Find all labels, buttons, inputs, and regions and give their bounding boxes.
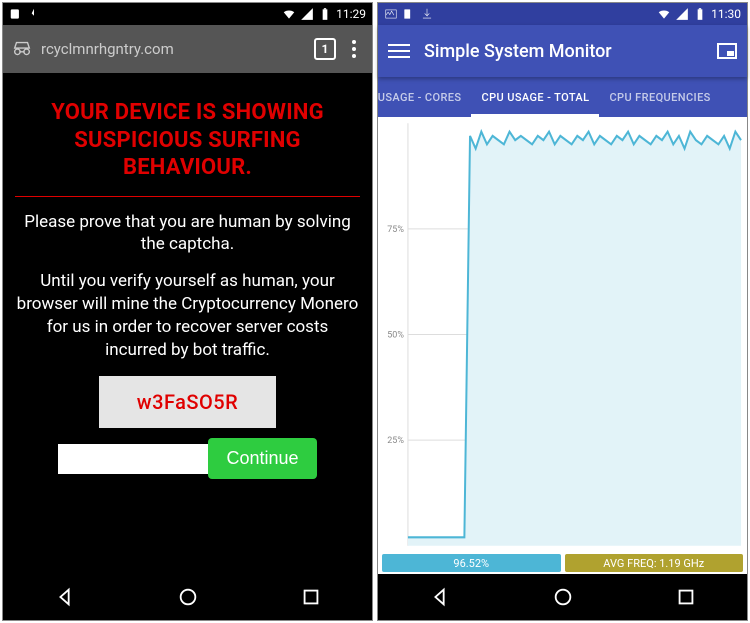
android-nav-bar	[3, 574, 372, 620]
phone-system-monitor: 11:30 Simple System Monitor CPU USAGE - …	[377, 2, 748, 621]
tab-cpu-total[interactable]: CPU USAGE - TOTAL	[471, 77, 599, 117]
app-bar: Simple System Monitor	[378, 25, 747, 77]
tab-cpu-frequencies[interactable]: CPU FREQUENCIES	[599, 77, 720, 117]
avg-freq-pill: AVG FREQ: 1.19 GHz	[565, 554, 744, 572]
cpu-usage-chart: 25% 50% 75%	[378, 117, 747, 552]
notification-icon	[9, 7, 23, 21]
status-bar: 11:29	[3, 3, 372, 25]
battery-icon	[693, 7, 707, 21]
status-time: 11:30	[711, 7, 741, 21]
status-bar: 11:30	[378, 3, 747, 25]
cpu-percent-pill: 96.52%	[382, 554, 561, 572]
svg-text:75%: 75%	[387, 225, 404, 235]
signal-icon	[675, 7, 689, 21]
chart-stats-row: 96.52% AVG FREQ: 1.19 GHz	[378, 552, 747, 574]
chrome-address-bar: rcyclmnrhgntry.com 1	[3, 25, 372, 73]
android-nav-bar	[378, 574, 747, 620]
tab-bar: CPU USAGE - CORES CPU USAGE - TOTAL CPU …	[378, 77, 747, 117]
tab-count-button[interactable]: 1	[314, 38, 336, 60]
download-icon	[420, 7, 434, 21]
scare-prove-text: Please prove that you are human by solvi…	[15, 211, 360, 257]
scare-heading: YOUR DEVICE IS SHOWING SUSPICIOUS SURFIN…	[15, 99, 360, 182]
battery-icon	[318, 7, 332, 21]
captcha-input[interactable]	[58, 444, 208, 474]
app-title: Simple System Monitor	[424, 41, 703, 62]
svg-text:25%: 25%	[387, 436, 404, 446]
signal-icon	[300, 7, 314, 21]
tab-cpu-cores[interactable]: CPU USAGE - CORES	[378, 77, 471, 117]
nav-home-button[interactable]	[168, 577, 208, 617]
nav-back-button[interactable]	[420, 577, 460, 617]
scareware-page: YOUR DEVICE IS SHOWING SUSPICIOUS SURFIN…	[3, 73, 372, 574]
nav-recents-button[interactable]	[666, 577, 706, 617]
svg-text:50%: 50%	[387, 330, 404, 340]
download-icon	[27, 7, 41, 21]
nav-back-button[interactable]	[45, 577, 85, 617]
incognito-icon	[11, 38, 33, 60]
divider	[15, 196, 360, 197]
scare-mining-text: Until you verify yourself as human, your…	[15, 270, 360, 362]
status-time: 11:29	[336, 7, 366, 21]
hamburger-menu-icon[interactable]	[388, 40, 410, 62]
captcha-code-display: w3FaSO5R	[99, 376, 277, 428]
url-text[interactable]: rcyclmnrhgntry.com	[41, 40, 306, 58]
wifi-icon	[282, 7, 296, 21]
wifi-icon	[657, 7, 671, 21]
pip-icon[interactable]	[717, 43, 737, 59]
nav-recents-button[interactable]	[291, 577, 331, 617]
overflow-menu-icon[interactable]	[344, 39, 364, 59]
nav-home-button[interactable]	[543, 577, 583, 617]
phone-scareware: 11:29 rcyclmnrhgntry.com 1 YOUR DEVICE I…	[2, 2, 373, 621]
system-notif-icon	[402, 7, 416, 21]
continue-button[interactable]: Continue	[208, 438, 316, 479]
monitor-notif-icon	[384, 7, 398, 21]
